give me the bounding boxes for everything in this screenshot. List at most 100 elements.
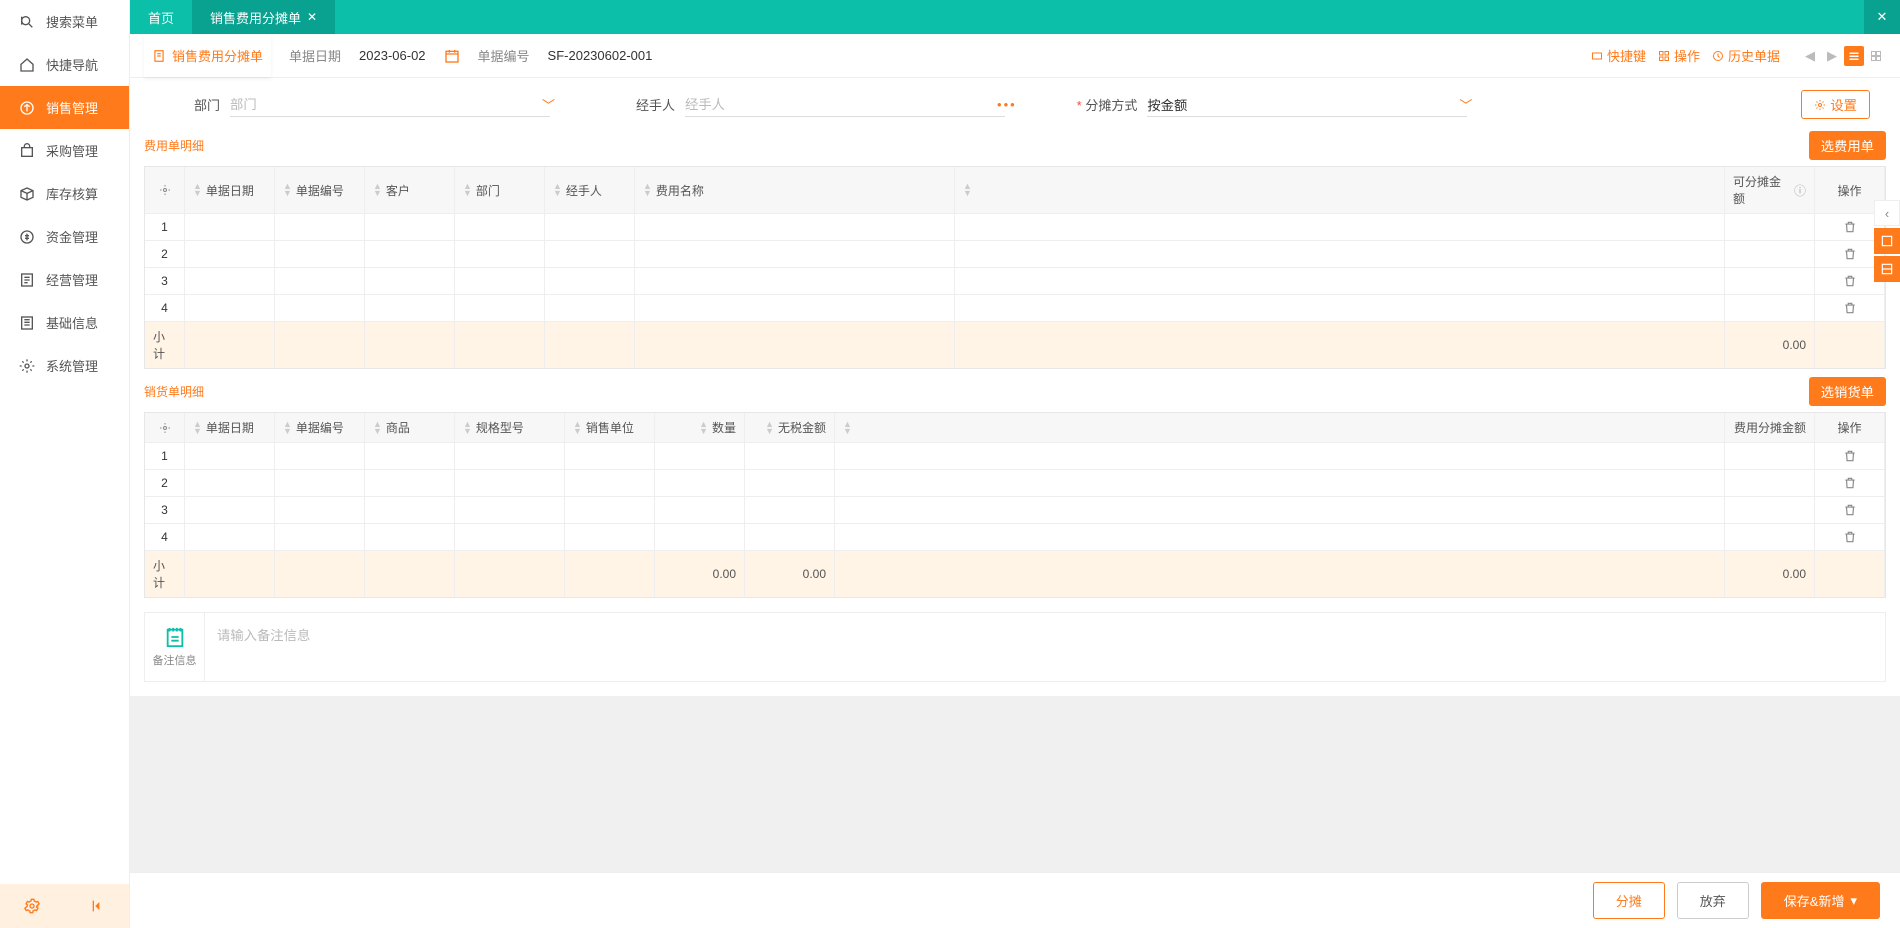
tab-home[interactable]: 首页 bbox=[130, 0, 192, 34]
sidebar-inventory[interactable]: 库存核算 bbox=[0, 172, 129, 215]
tab-current[interactable]: 销售费用分摊单 ✕ bbox=[192, 0, 335, 34]
rail-item-1-icon[interactable] bbox=[1874, 228, 1900, 254]
col-header[interactable]: 数量 bbox=[712, 419, 736, 436]
sidebar-funds[interactable]: 资金管理 bbox=[0, 215, 129, 258]
table-row[interactable]: 3 bbox=[145, 497, 1885, 524]
shortcut-link[interactable]: 快捷键 bbox=[1591, 46, 1646, 65]
table-row[interactable]: 1 bbox=[145, 214, 1885, 241]
sidebar-basic[interactable]: 基础信息 bbox=[0, 301, 129, 344]
remarks-box: 备注信息 bbox=[144, 612, 1886, 682]
sidebar-system[interactable]: 系统管理 bbox=[0, 344, 129, 387]
col-header[interactable]: 单据编号 bbox=[296, 419, 344, 436]
nav-next-icon[interactable]: ▶ bbox=[1822, 46, 1842, 66]
trash-icon[interactable] bbox=[1843, 301, 1857, 315]
agent-label: 经手人 bbox=[615, 95, 675, 114]
table-row[interactable]: 4 bbox=[145, 295, 1885, 322]
gear-icon[interactable] bbox=[159, 184, 171, 196]
fee-table: ▲▼单据日期 ▲▼单据编号 ▲▼客户 ▲▼部门 ▲▼经手人 ▲▼费用名称 ▲▼ … bbox=[144, 166, 1886, 369]
col-header[interactable]: 可分摊金额 bbox=[1733, 173, 1790, 207]
trash-icon[interactable] bbox=[1843, 449, 1857, 463]
col-header[interactable]: 费用名称 bbox=[656, 182, 704, 199]
nav-prev-icon[interactable]: ◀ bbox=[1800, 46, 1820, 66]
doc-title-text: 销售费用分摊单 bbox=[172, 46, 263, 65]
rail-item-2-icon[interactable] bbox=[1874, 256, 1900, 282]
sidebar-quicknav[interactable]: 快捷导航 bbox=[0, 43, 129, 86]
chevron-down-icon[interactable]: ﹀ bbox=[1459, 95, 1472, 114]
trash-icon[interactable] bbox=[1843, 476, 1857, 490]
dept-input[interactable] bbox=[230, 93, 550, 117]
col-header: 操作 bbox=[1837, 182, 1861, 199]
method-input[interactable] bbox=[1147, 93, 1467, 117]
settings-icon[interactable] bbox=[24, 898, 40, 914]
sidebar-label: 搜索菜单 bbox=[46, 12, 98, 31]
remarks-input[interactable] bbox=[205, 613, 1885, 681]
col-header[interactable]: 销售单位 bbox=[586, 419, 634, 436]
sidebar-purchase[interactable]: 采购管理 bbox=[0, 129, 129, 172]
box-icon bbox=[18, 185, 36, 203]
collapse-icon[interactable] bbox=[90, 898, 106, 914]
tab-label: 销售费用分摊单 bbox=[210, 8, 301, 27]
sidebar-label: 快捷导航 bbox=[46, 55, 98, 74]
select-fee-button[interactable]: 选费用单 bbox=[1809, 131, 1886, 160]
col-header[interactable]: 单据日期 bbox=[206, 182, 254, 199]
table-row[interactable]: 1 bbox=[145, 443, 1885, 470]
close-icon[interactable]: ✕ bbox=[307, 10, 317, 24]
col-header[interactable]: 规格型号 bbox=[476, 419, 524, 436]
date-label: 单据日期 bbox=[289, 46, 341, 65]
section-title: 销货单明细 bbox=[144, 383, 204, 400]
col-header[interactable]: 单据编号 bbox=[296, 182, 344, 199]
sidebar-label: 基础信息 bbox=[46, 313, 98, 332]
view-list-icon[interactable] bbox=[1844, 46, 1864, 66]
rail-collapse-icon[interactable]: ‹ bbox=[1874, 200, 1900, 226]
col-header[interactable]: 无税金额 bbox=[778, 419, 826, 436]
agent-input[interactable] bbox=[685, 93, 1005, 117]
report-icon bbox=[18, 271, 36, 289]
discard-button[interactable]: 放弃 bbox=[1677, 882, 1749, 919]
sidebar-sales[interactable]: 销售管理 bbox=[0, 86, 129, 129]
col-header[interactable]: 部门 bbox=[476, 182, 500, 199]
calendar-icon[interactable] bbox=[444, 48, 460, 64]
section-fee: 费用单明细 选费用单 ▲▼单据日期 ▲▼单据编号 ▲▼客户 ▲▼部门 ▲▼经手人… bbox=[130, 123, 1900, 369]
no-value: SF-20230602-001 bbox=[548, 48, 653, 63]
history-link[interactable]: 历史单据 bbox=[1712, 46, 1780, 65]
trash-icon[interactable] bbox=[1843, 220, 1857, 234]
table-row[interactable]: 2 bbox=[145, 241, 1885, 268]
save-new-button[interactable]: 保存&新增 ▾ bbox=[1761, 882, 1880, 919]
trash-icon[interactable] bbox=[1843, 247, 1857, 261]
trash-icon[interactable] bbox=[1843, 503, 1857, 517]
trash-icon[interactable] bbox=[1843, 274, 1857, 288]
help-icon[interactable]: ⓘ bbox=[1794, 182, 1806, 199]
no-label: 单据编号 bbox=[478, 46, 530, 65]
col-header[interactable]: 经手人 bbox=[566, 182, 602, 199]
col-header[interactable]: 商品 bbox=[386, 419, 410, 436]
doc-title: 销售费用分摊单 bbox=[144, 34, 271, 77]
chevron-down-icon[interactable]: ﹀ bbox=[542, 95, 555, 114]
operate-link[interactable]: 操作 bbox=[1658, 46, 1700, 65]
trash-icon[interactable] bbox=[1843, 530, 1857, 544]
col-header[interactable]: 客户 bbox=[386, 182, 410, 199]
col-header[interactable]: 单据日期 bbox=[206, 419, 254, 436]
tabs-close-all[interactable]: ✕ bbox=[1864, 0, 1900, 34]
coin-icon bbox=[18, 228, 36, 246]
sales-table: ▲▼单据日期 ▲▼单据编号 ▲▼商品 ▲▼规格型号 ▲▼销售单位 ▲▼数量 ▲▼… bbox=[144, 412, 1886, 598]
col-header[interactable]: 费用分摊金额 bbox=[1734, 419, 1806, 436]
gear-icon bbox=[18, 357, 36, 375]
table-row[interactable]: 3 bbox=[145, 268, 1885, 295]
sidebar-label: 销售管理 bbox=[46, 98, 98, 117]
main: 首页 销售费用分摊单 ✕ ✕ 销售费用分摊单 单据日期 2023-06-02 单… bbox=[130, 0, 1900, 928]
allocate-button[interactable]: 分摊 bbox=[1593, 882, 1665, 919]
view-card-icon[interactable] bbox=[1866, 46, 1886, 66]
info-icon bbox=[18, 314, 36, 332]
search-icon bbox=[18, 13, 36, 31]
sidebar-label: 采购管理 bbox=[46, 141, 98, 160]
select-sales-button[interactable]: 选销货单 bbox=[1809, 377, 1886, 406]
more-icon[interactable]: ••• bbox=[997, 97, 1017, 112]
gear-icon[interactable] bbox=[159, 422, 171, 434]
date-value[interactable]: 2023-06-02 bbox=[359, 48, 426, 63]
sidebar-search[interactable]: 搜索菜单 bbox=[0, 0, 129, 43]
table-row[interactable]: 4 bbox=[145, 524, 1885, 551]
sidebar-footer bbox=[0, 884, 129, 928]
sidebar-business[interactable]: 经营管理 bbox=[0, 258, 129, 301]
settings-button[interactable]: 设置 bbox=[1801, 90, 1870, 119]
table-row[interactable]: 2 bbox=[145, 470, 1885, 497]
